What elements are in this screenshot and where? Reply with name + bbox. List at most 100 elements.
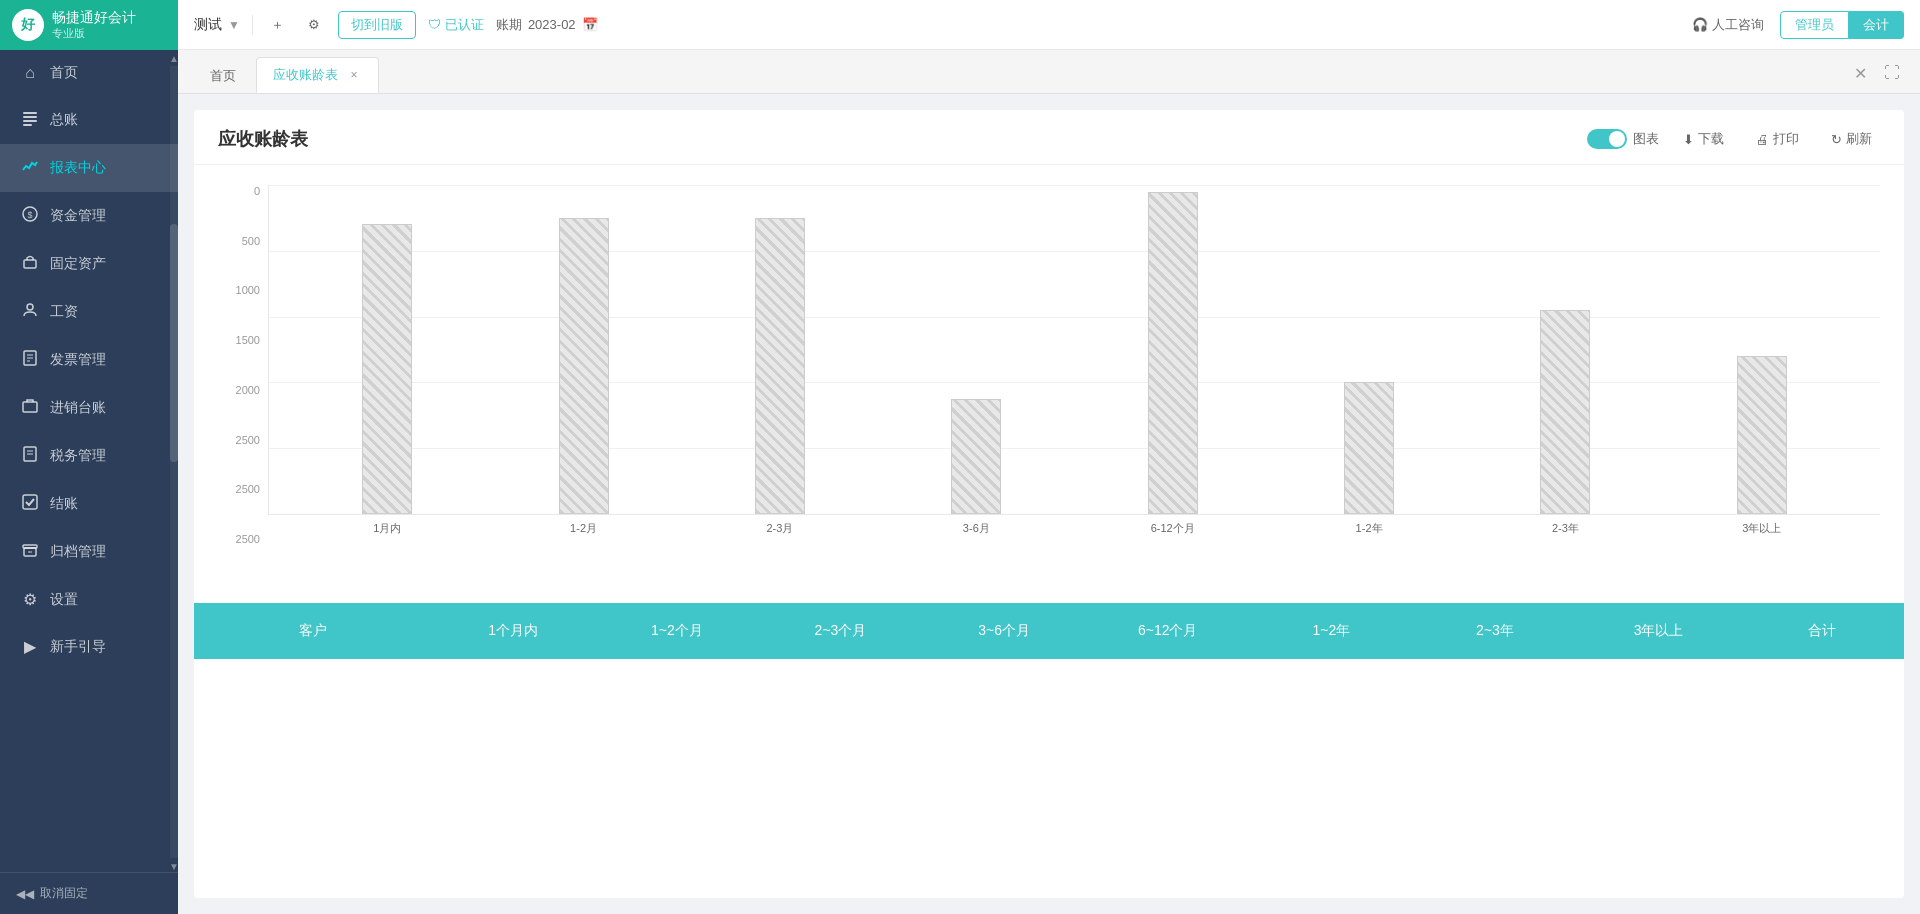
sidebar-item-invoice[interactable]: 发票管理 (0, 336, 178, 384)
sidebar-label-inventory: 进销台账 (50, 399, 106, 417)
close-window-button[interactable]: ✕ (1848, 61, 1872, 85)
y-label-4: 2500 (236, 483, 260, 495)
sidebar: 好 畅捷通好会计 专业版 ⌂ 首页 总账 报表中心 $ 资金管理 (0, 0, 178, 914)
chart-area: 2500 2500 2500 2000 1500 1000 500 0 (194, 165, 1904, 595)
sidebar-item-archive[interactable]: 归档管理 (0, 528, 178, 576)
refresh-icon: ↻ (1831, 132, 1842, 147)
bar-8 (1737, 356, 1787, 514)
th-1month: 1个月内 (431, 622, 595, 640)
bar-label-4: 3-6月 (963, 521, 990, 536)
switch-version-button[interactable]: 切到旧版 (338, 11, 416, 39)
bar-group-4: 3-6月 (878, 185, 1074, 514)
tab-home-label: 首页 (210, 67, 236, 85)
sidebar-item-ledger[interactable]: 总账 (0, 96, 178, 144)
tab-close-icon[interactable]: × (346, 67, 362, 83)
scroll-up-btn[interactable]: ▲ (170, 50, 178, 66)
gear-icon: ⚙ (308, 17, 320, 32)
sidebar-item-settings[interactable]: ⚙ 设置 (0, 576, 178, 623)
y-label-5: 2500 (236, 533, 260, 545)
sidebar-item-home[interactable]: ⌂ 首页 (0, 50, 178, 96)
download-button[interactable]: ⬇ 下载 (1675, 126, 1732, 152)
toggle-label: 图表 (1633, 130, 1659, 148)
th-1-2month: 1~2个月 (595, 622, 759, 640)
th-customer: 客户 (194, 622, 431, 640)
sidebar-item-closing[interactable]: 结账 (0, 480, 178, 528)
scroll-thumb (170, 224, 178, 462)
tabbar-icons: ✕ ⛶ (1848, 61, 1904, 85)
app-edition: 专业版 (52, 26, 136, 41)
bar-label-6: 1-2年 (1356, 521, 1383, 536)
guide-icon: ▶ (20, 637, 40, 656)
accountant-button[interactable]: 会计 (1849, 11, 1904, 39)
bar-group-8: 3年以上 (1664, 185, 1860, 514)
sidebar-label-assets: 固定资产 (50, 255, 106, 273)
y-label-3: 2500 (236, 434, 260, 446)
toggle-switch[interactable] (1587, 129, 1627, 149)
maximize-button[interactable]: ⛶ (1880, 61, 1904, 85)
table-header: 客户 1个月内 1~2个月 2~3个月 3~6个月 6~12个月 1~2年 2~… (194, 603, 1904, 659)
svg-point-7 (27, 304, 33, 310)
svg-rect-3 (23, 124, 32, 126)
payroll-icon (20, 302, 40, 322)
manager-button[interactable]: 管理员 (1780, 11, 1849, 39)
y-label-2: 2000 (236, 384, 260, 396)
switch-label: 切到旧版 (351, 17, 403, 32)
settings-icon: ⚙ (20, 590, 40, 609)
svg-rect-0 (23, 112, 37, 114)
bar-2 (559, 218, 609, 514)
th-3plus-year: 3年以上 (1577, 622, 1741, 640)
bar-label-3: 2-3月 (766, 521, 793, 536)
print-button[interactable]: 🖨 打印 (1748, 126, 1807, 152)
sidebar-label-archive: 归档管理 (50, 543, 106, 561)
bar-3 (755, 218, 805, 514)
sidebar-label-ledger: 总账 (50, 111, 78, 129)
sidebar-item-tax[interactable]: 税务管理 (0, 432, 178, 480)
sidebar-item-assets[interactable]: 固定资产 (0, 240, 178, 288)
company-selector[interactable]: 测试 ▼ (194, 16, 240, 34)
period-selector[interactable]: 账期 2023-02 📅 (496, 16, 598, 34)
add-button[interactable]: ＋ (265, 12, 290, 38)
th-2-3month: 2~3个月 (759, 622, 923, 640)
period-value: 2023-02 (528, 17, 576, 32)
refresh-button[interactable]: ↻ 刷新 (1823, 126, 1880, 152)
chart-y-axis: 2500 2500 2500 2000 1500 1000 500 0 (218, 185, 268, 545)
bar-7 (1540, 310, 1590, 514)
bar-1 (362, 224, 412, 514)
th-2-3year: 2~3年 (1413, 622, 1577, 640)
invoice-icon (20, 350, 40, 370)
certified-label: 已认证 (445, 16, 484, 34)
headset-icon: 🎧 (1692, 17, 1708, 32)
table-area: 客户 1个月内 1~2个月 2~3个月 3~6个月 6~12个月 1~2年 2~… (194, 603, 1904, 659)
bar-label-7: 2-3年 (1552, 521, 1579, 536)
topbar: 测试 ▼ ＋ ⚙ 切到旧版 🛡 已认证 账期 2023-02 📅 🎧 人工咨询 (178, 0, 1920, 50)
chart-toggle[interactable]: 图表 (1587, 129, 1659, 149)
bar-group-6: 1-2年 (1271, 185, 1467, 514)
download-label: 下载 (1698, 130, 1724, 148)
content-area: 应收账龄表 图表 ⬇ 下载 🖨 打印 (178, 94, 1920, 914)
svg-text:$: $ (27, 210, 32, 220)
sidebar-item-guide[interactable]: ▶ 新手引导 (0, 623, 178, 670)
svg-rect-1 (23, 116, 37, 118)
y-label-0: 0 (254, 185, 260, 197)
assets-icon (20, 254, 40, 274)
th-1-2year: 1~2年 (1250, 622, 1414, 640)
sidebar-item-inventory[interactable]: 进销台账 (0, 384, 178, 432)
y-label-1: 1000 (236, 284, 260, 296)
user-buttons: 管理员 会计 (1780, 11, 1904, 39)
bar-4 (951, 399, 1001, 514)
unpin-button[interactable]: ◀◀ 取消固定 (0, 872, 178, 914)
settings-button[interactable]: ⚙ (302, 13, 326, 36)
sidebar-item-funds[interactable]: $ 资金管理 (0, 192, 178, 240)
consulting-button[interactable]: 🎧 人工咨询 (1692, 16, 1764, 34)
sidebar-label-tax: 税务管理 (50, 447, 106, 465)
tab-home[interactable]: 首页 (194, 59, 252, 93)
closing-icon (20, 494, 40, 514)
sidebar-item-reports[interactable]: 报表中心 (0, 144, 178, 192)
sidebar-item-payroll[interactable]: 工资 (0, 288, 178, 336)
sidebar-label-home: 首页 (50, 64, 78, 82)
scroll-down-btn[interactable]: ▼ (170, 858, 178, 874)
reports-icon (20, 158, 40, 178)
th-total: 合计 (1740, 622, 1904, 640)
tab-receivables[interactable]: 应收账龄表 × (256, 57, 379, 93)
chart-plot: 1月内 1-2月 2-3月 (268, 185, 1880, 515)
